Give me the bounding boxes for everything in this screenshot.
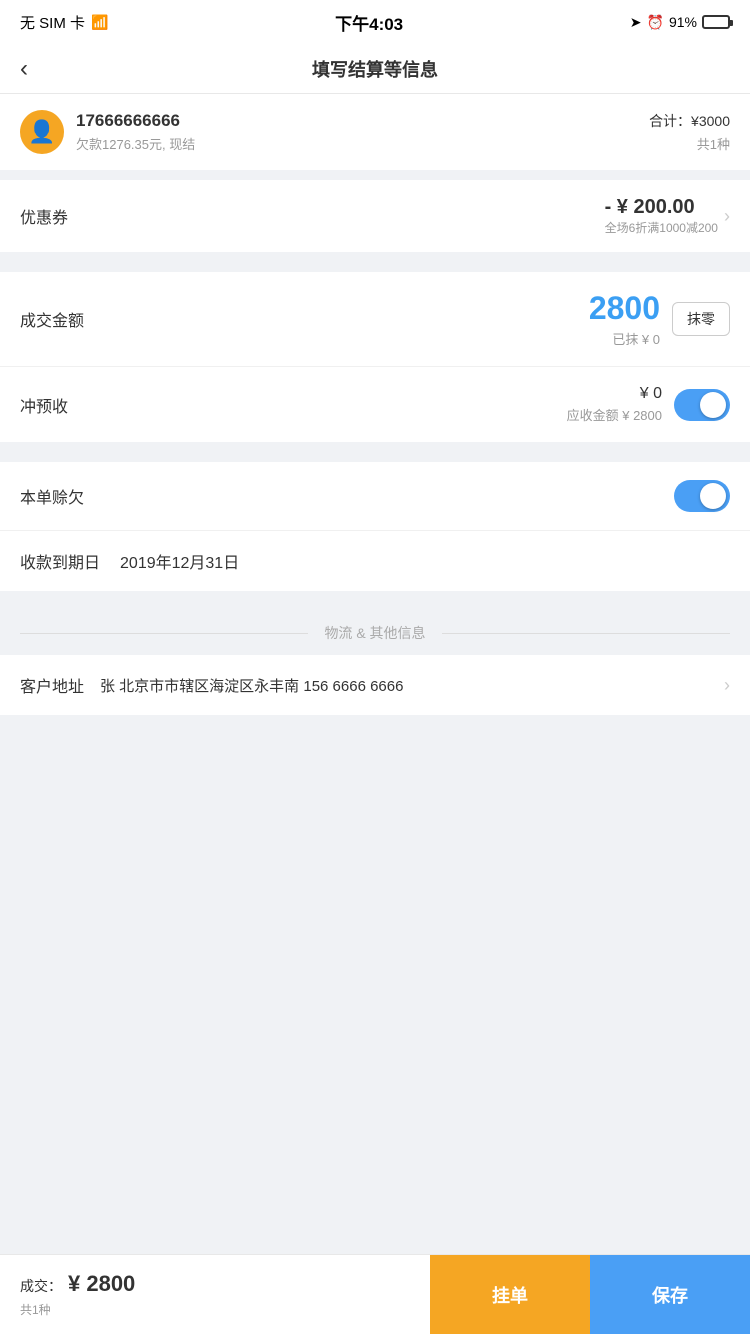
divider-1 [0,262,750,272]
battery-text: 91% [669,14,697,30]
coupon-amount: - ¥ 200.00 [605,196,718,219]
footer-deal-row: 成交： ¥ 2800 [20,1271,410,1297]
address-row[interactable]: 客户地址 张 北京市市辖区海淀区永丰南 156 6666 6666 › [0,655,750,715]
due-date-label: 收款到期日 [20,549,100,573]
nav-bar: ‹ 填写结算等信息 [0,44,750,94]
user-debt: 欠款1276.35元, 现结 [76,134,195,153]
status-left: 无 SIM 卡 📶 [20,12,108,33]
deal-amount-section: 成交金额 2800 已抹 ¥ 0 抹零 冲预收 ¥ 0 应收金额 ¥ 2800 [0,272,750,442]
bottom-gray-area [0,715,750,835]
debt-toggle[interactable] [674,480,730,512]
logistics-divider: 物流 & 其他信息 [0,611,750,655]
logistics-line-left [20,633,308,634]
address-value: 张 北京市市辖区海淀区永丰南 156 6666 6666 [100,675,724,696]
divider-3 [0,601,750,611]
divider-2 [0,452,750,462]
alarm-icon: ⏰ [647,14,664,31]
page-title: 填写结算等信息 [312,56,438,82]
due-date-row: 收款到期日 2019年12月31日 [0,531,750,591]
debt-right [674,480,730,512]
pending-button[interactable]: 挂单 [430,1255,590,1334]
debt-label: 本单赊欠 [20,484,84,508]
prepay-amount: ¥ 0 [567,385,662,403]
deal-amount-value: 2800 [589,290,660,327]
total-amount-label: 合计：¥3000 [649,111,730,131]
user-info-section: 👤 17666666666 欠款1276.35元, 现结 合计：¥3000 共1… [0,94,750,170]
back-button[interactable]: ‹ [20,55,28,83]
status-bar: 无 SIM 卡 📶 下午4:03 ➤ ⏰ 91% [0,0,750,44]
prepay-right: ¥ 0 应收金额 ¥ 2800 [567,385,730,424]
user-left: 👤 17666666666 欠款1276.35元, 现结 [20,110,195,154]
total-count: 共1种 [649,134,730,153]
wifi-icon: 📶 [91,14,108,31]
battery-icon [702,15,730,29]
save-button[interactable]: 保存 [590,1255,750,1334]
coupon-right: - ¥ 200.00 全场6折满1000减200 › [605,196,730,236]
deal-amount-label: 成交金额 [20,307,84,331]
prepay-label: 冲预收 [20,393,68,417]
address-label: 客户地址 [20,673,84,697]
coupon-row[interactable]: 优惠券 - ¥ 200.00 全场6折满1000减200 › [0,180,750,252]
footer-bar: 成交： ¥ 2800 共1种 挂单 保存 [0,1254,750,1334]
user-details: 17666666666 欠款1276.35元, 现结 [76,111,195,153]
prepay-row: 冲预收 ¥ 0 应收金额 ¥ 2800 [0,367,750,442]
footer-deal-label: 成交： [20,1276,62,1296]
user-phone: 17666666666 [76,111,195,131]
deal-amount-row: 成交金额 2800 已抹 ¥ 0 抹零 [0,272,750,367]
status-right: ➤ ⏰ 91% [630,14,730,31]
footer-count: 共1种 [20,1301,410,1318]
logistics-section-label: 物流 & 其他信息 [308,623,441,643]
time-display: 下午4:03 [335,10,403,35]
debt-row: 本单赊欠 [0,462,750,531]
round-button[interactable]: 抹零 [672,302,730,336]
coupon-chevron-icon: › [724,206,730,227]
footer-summary: 成交： ¥ 2800 共1种 [0,1271,430,1318]
debt-section: 本单赊欠 收款到期日 2019年12月31日 [0,462,750,591]
due-date-value: 2019年12月31日 [120,549,239,573]
deal-amount-sub: 已抹 ¥ 0 [589,329,660,348]
address-chevron-icon: › [724,675,730,696]
user-total: 合计：¥3000 共1种 [649,111,730,153]
content: 👤 17666666666 欠款1276.35元, 现结 合计：¥3000 共1… [0,94,750,925]
avatar-icon: 👤 [28,119,55,145]
avatar: 👤 [20,110,64,154]
prepay-sub: 应收金额 ¥ 2800 [567,405,662,424]
coupon-desc: 全场6折满1000减200 [605,219,718,236]
footer-deal-amount: ¥ 2800 [68,1271,135,1297]
coupon-label: 优惠券 [20,204,68,228]
carrier-text: 无 SIM 卡 [20,12,85,33]
location-icon: ➤ [630,14,642,31]
logistics-line-right [442,633,730,634]
prepay-toggle[interactable] [674,389,730,421]
deal-amount-right: 2800 已抹 ¥ 0 抹零 [589,290,730,348]
